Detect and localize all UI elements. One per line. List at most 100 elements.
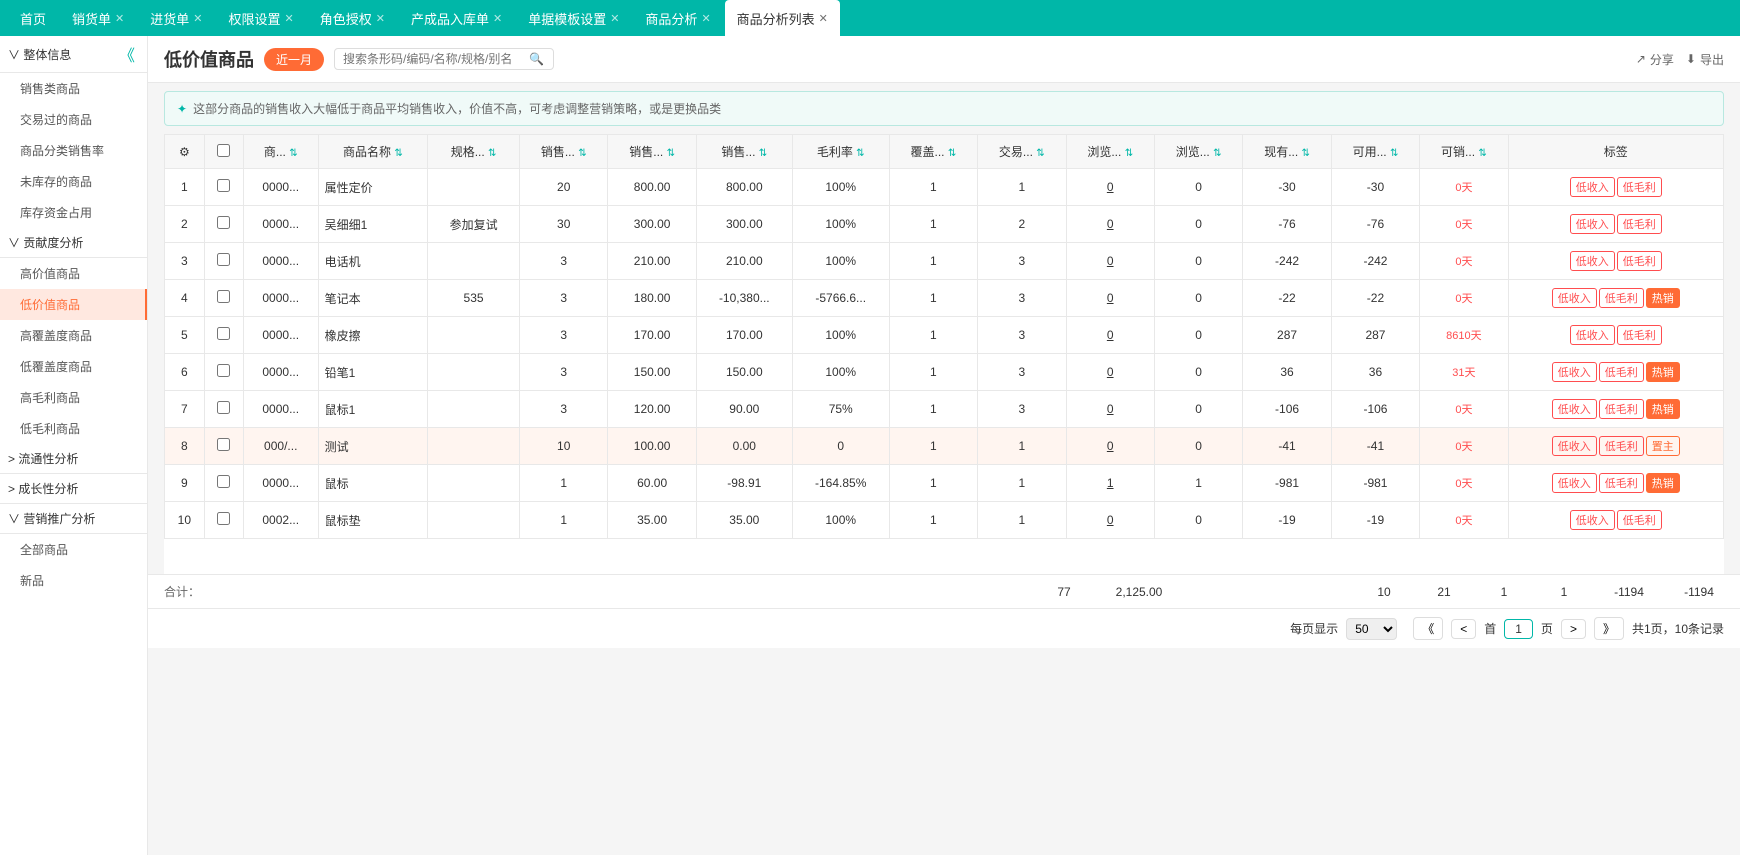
cell-name[interactable]: 笔记本 xyxy=(318,280,428,317)
sidebar-item-high-value[interactable]: 高价值商品 xyxy=(0,258,147,289)
cell-browse1[interactable]: 0 xyxy=(1066,243,1154,280)
col-margin[interactable]: 毛利率 ⇅ xyxy=(792,135,889,169)
sidebar-item-high-coverage[interactable]: 高覆盖度商品 xyxy=(0,320,147,351)
close-icon[interactable]: ✕ xyxy=(115,12,124,25)
nav-product-analysis[interactable]: 商品分析 ✕ xyxy=(633,0,722,36)
sidebar-item-all-products[interactable]: 全部商品 xyxy=(0,534,147,565)
sidebar-item-sales-products[interactable]: 销售类商品 xyxy=(0,73,147,104)
col-name[interactable]: 商品名称 ⇅ xyxy=(318,135,428,169)
nav-purchase[interactable]: 进货单 ✕ xyxy=(138,0,214,36)
cell-name[interactable]: 吴细细1 xyxy=(318,206,428,243)
cell-name[interactable]: 鼠标 xyxy=(318,465,428,502)
col-stock3[interactable]: 可销... ⇅ xyxy=(1420,135,1508,169)
browse-link[interactable]: 0 xyxy=(1107,291,1114,305)
row-checkbox[interactable] xyxy=(217,401,230,414)
cell-checkbox[interactable] xyxy=(204,391,243,428)
cell-browse1[interactable]: 0 xyxy=(1066,169,1154,206)
row-checkbox[interactable] xyxy=(217,216,230,229)
sidebar-item-category-sales-rate[interactable]: 商品分类销售率 xyxy=(0,135,147,166)
browse-link[interactable]: 0 xyxy=(1107,439,1114,453)
browse-link[interactable]: 0 xyxy=(1107,402,1114,416)
cell-browse1[interactable]: 0 xyxy=(1066,391,1154,428)
browse-link[interactable]: 0 xyxy=(1107,365,1114,379)
col-browse2[interactable]: 浏览... ⇅ xyxy=(1154,135,1242,169)
row-checkbox[interactable] xyxy=(217,475,230,488)
nav-permissions[interactable]: 权限设置 ✕ xyxy=(216,0,305,36)
col-browse1[interactable]: 浏览... ⇅ xyxy=(1066,135,1154,169)
col-stock1[interactable]: 现有... ⇅ xyxy=(1243,135,1331,169)
browse-link[interactable]: 0 xyxy=(1107,217,1114,231)
current-page[interactable]: 1 xyxy=(1504,619,1533,639)
cell-browse1[interactable]: 0 xyxy=(1066,317,1154,354)
cell-name[interactable]: 橡皮擦 xyxy=(318,317,428,354)
cell-browse1[interactable]: 0 xyxy=(1066,502,1154,539)
page-size-select[interactable]: 50 100 200 xyxy=(1346,618,1397,640)
nav-sales[interactable]: 销货单 ✕ xyxy=(60,0,136,36)
row-checkbox[interactable] xyxy=(217,364,230,377)
nav-product-analysis-list[interactable]: 商品分析列表 ✕ xyxy=(725,0,840,36)
row-checkbox[interactable] xyxy=(217,179,230,192)
prev-page-btn[interactable]: < xyxy=(1451,619,1476,639)
sidebar-item-traded-products[interactable]: 交易过的商品 xyxy=(0,104,147,135)
sidebar-item-no-stock-products[interactable]: 未库存的商品 xyxy=(0,166,147,197)
cell-name[interactable]: 鼠标垫 xyxy=(318,502,428,539)
col-code[interactable]: 商... ⇅ xyxy=(243,135,318,169)
select-all-checkbox[interactable] xyxy=(217,144,230,157)
cell-browse1[interactable]: 0 xyxy=(1066,206,1154,243)
col-sales1[interactable]: 销售... ⇅ xyxy=(608,135,696,169)
search-icon[interactable]: 🔍 xyxy=(529,52,544,66)
close-icon[interactable]: ✕ xyxy=(493,12,502,25)
row-checkbox[interactable] xyxy=(217,290,230,303)
cell-name[interactable]: 铅笔1 xyxy=(318,354,428,391)
row-checkbox[interactable] xyxy=(217,253,230,266)
cell-checkbox[interactable] xyxy=(204,354,243,391)
cell-checkbox[interactable] xyxy=(204,243,243,280)
sidebar-item-low-value[interactable]: 低价值商品 xyxy=(0,289,147,320)
col-sales2[interactable]: 销售... ⇅ xyxy=(696,135,792,169)
close-icon[interactable]: ✕ xyxy=(610,12,619,25)
browse-link[interactable]: 0 xyxy=(1107,254,1114,268)
cell-browse1[interactable]: 0 xyxy=(1066,280,1154,317)
close-icon[interactable]: ✕ xyxy=(193,12,202,25)
cell-name[interactable]: 测试 xyxy=(318,428,428,465)
close-icon[interactable]: ✕ xyxy=(701,12,710,25)
browse-link[interactable]: 1 xyxy=(1107,476,1114,490)
cell-checkbox[interactable] xyxy=(204,317,243,354)
nav-product-inbound[interactable]: 产成品入库单 ✕ xyxy=(399,0,514,36)
share-btn[interactable]: ↗ 分享 xyxy=(1636,51,1674,68)
sidebar-item-new-products[interactable]: 新品 xyxy=(0,565,147,596)
nav-role-auth[interactable]: 角色授权 ✕ xyxy=(308,0,397,36)
cell-checkbox[interactable] xyxy=(204,428,243,465)
col-settings[interactable]: ⚙ xyxy=(165,135,205,169)
cell-checkbox[interactable] xyxy=(204,169,243,206)
browse-link[interactable]: 0 xyxy=(1107,180,1114,194)
close-icon[interactable]: ✕ xyxy=(819,12,828,25)
col-spec[interactable]: 规格... ⇅ xyxy=(428,135,520,169)
row-checkbox[interactable] xyxy=(217,438,230,451)
sidebar-item-inventory-capital[interactable]: 库存资金占用 xyxy=(0,197,147,228)
close-icon[interactable]: ✕ xyxy=(285,12,294,25)
row-checkbox[interactable] xyxy=(217,327,230,340)
cell-browse1[interactable]: 0 xyxy=(1066,354,1154,391)
cell-name[interactable]: 属性定价 xyxy=(318,169,428,206)
close-icon[interactable]: ✕ xyxy=(376,12,385,25)
sidebar-collapse-btn[interactable]: 《 xyxy=(115,42,139,66)
cell-name[interactable]: 电话机 xyxy=(318,243,428,280)
col-stock2[interactable]: 可用... ⇅ xyxy=(1331,135,1419,169)
filter-recent-month-btn[interactable]: 近一月 xyxy=(264,48,324,71)
col-trade[interactable]: 交易... ⇅ xyxy=(978,135,1066,169)
search-input[interactable] xyxy=(343,52,523,66)
sidebar-item-low-margin[interactable]: 低毛利商品 xyxy=(0,413,147,444)
cell-browse1[interactable]: 0 xyxy=(1066,428,1154,465)
last-page-btn[interactable]: 》 xyxy=(1594,617,1624,640)
col-qty[interactable]: 销售... ⇅ xyxy=(520,135,608,169)
col-coverage[interactable]: 覆盖... ⇅ xyxy=(889,135,977,169)
browse-link[interactable]: 0 xyxy=(1107,513,1114,527)
cell-name[interactable]: 鼠标1 xyxy=(318,391,428,428)
cell-checkbox[interactable] xyxy=(204,206,243,243)
cell-checkbox[interactable] xyxy=(204,465,243,502)
row-checkbox[interactable] xyxy=(217,512,230,525)
next-page-btn[interactable]: > xyxy=(1561,619,1586,639)
sidebar-item-high-margin[interactable]: 高毛利商品 xyxy=(0,382,147,413)
cell-checkbox[interactable] xyxy=(204,502,243,539)
